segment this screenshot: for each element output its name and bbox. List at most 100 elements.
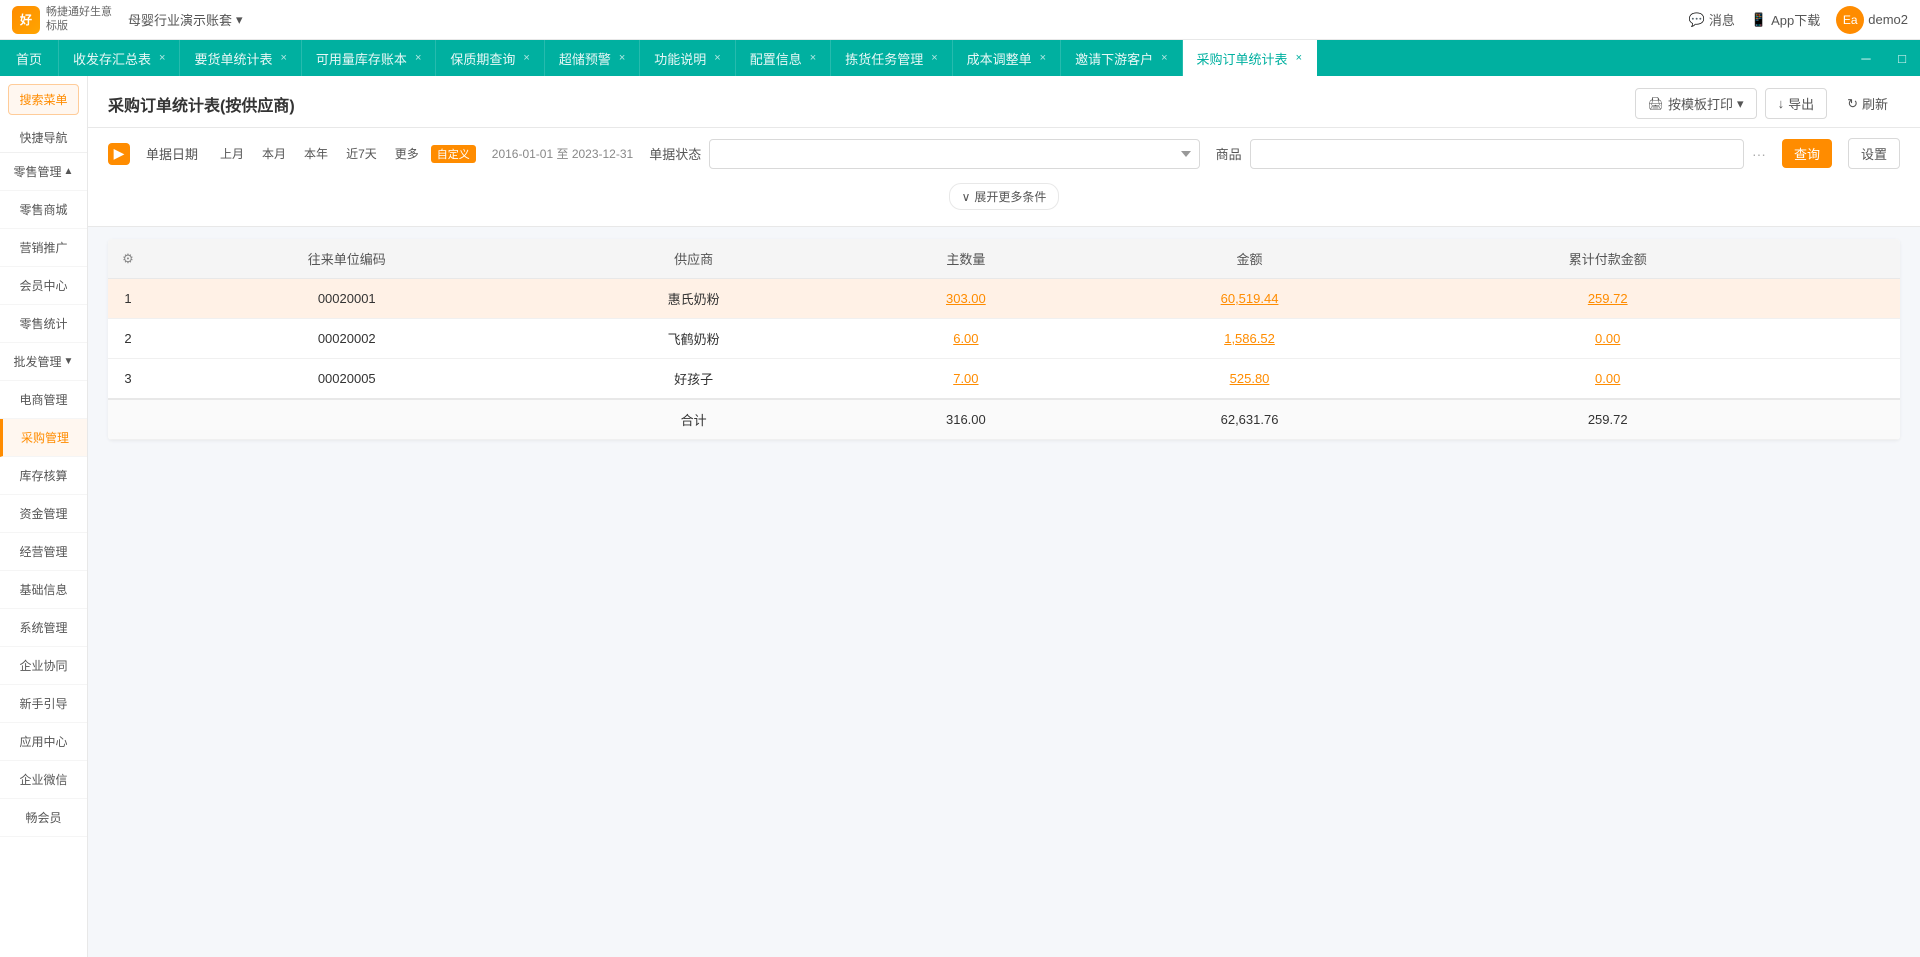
row-extra: [1806, 359, 1900, 400]
close-icon[interactable]: ×: [1161, 52, 1167, 64]
sidebar-item-operation-manage[interactable]: 经营管理: [0, 533, 87, 571]
sidebar-item-member-center[interactable]: 会员中心: [0, 267, 87, 305]
row-quantity[interactable]: 303.00: [842, 279, 1090, 319]
row-paid[interactable]: 0.00: [1409, 319, 1806, 359]
table-settings-col: ⚙: [108, 239, 148, 279]
row-code: 00020001: [148, 279, 545, 319]
close-icon[interactable]: ×: [714, 52, 720, 64]
close-icon[interactable]: ×: [159, 52, 165, 64]
col-header-code: 往来单位编码: [148, 239, 545, 279]
row-paid[interactable]: 0.00: [1409, 359, 1806, 400]
row-paid[interactable]: 259.72: [1409, 279, 1806, 319]
goods-label: 商品: [1216, 144, 1242, 163]
custom-date-badge[interactable]: 自定义: [431, 145, 476, 163]
refresh-icon: ↻: [1847, 96, 1858, 112]
tab-cost-adjust[interactable]: 成本调整单 ×: [953, 40, 1061, 76]
close-icon[interactable]: ×: [1040, 52, 1046, 64]
sidebar-item-wholesale-manage[interactable]: 批发管理 ▼: [0, 343, 87, 381]
tab-home[interactable]: 首页: [0, 40, 59, 76]
filter-toggle-button[interactable]: ▶: [108, 143, 130, 165]
settings-button[interactable]: 设置: [1848, 138, 1900, 169]
top-bar: 好 畅捷通好生意 标版 母婴行业演示账套 ▾ 💬 消息 📱 App下载 Ea d…: [0, 0, 1920, 40]
sidebar-item-marketing[interactable]: 营销推广: [0, 229, 87, 267]
expand-more-inner: ∨ 展开更多条件: [949, 183, 1060, 210]
column-settings-icon[interactable]: ⚙: [122, 251, 134, 266]
sidebar-item-inventory-check[interactable]: 库存核算: [0, 457, 87, 495]
export-button[interactable]: ↓ 导出: [1765, 88, 1828, 119]
tab-overstock-warning[interactable]: 超储预警 ×: [545, 40, 640, 76]
sidebar-item-vip-member[interactable]: 畅会员: [0, 799, 87, 837]
row-code: 00020005: [148, 359, 545, 400]
query-button[interactable]: 查询: [1782, 139, 1832, 168]
row-amount[interactable]: 60,519.44: [1090, 279, 1409, 319]
row-index: 3: [108, 359, 148, 400]
nav-tabs: 首页 收发存汇总表 × 要货单统计表 × 可用量库存账本 × 保质期查询 × 超…: [0, 40, 1920, 76]
sidebar-item-finance-manage[interactable]: 资金管理: [0, 495, 87, 533]
table-row[interactable]: 3 00020005 好孩子 7.00 525.80 0.00: [108, 359, 1900, 400]
date-btn-last-month[interactable]: 上月: [214, 143, 250, 164]
page-title-row: 采购订单统计表(按供应商) 🖨 按模板打印 ▾ ↓ 导出 ↻ 刷新: [108, 88, 1900, 119]
tab-function-desc[interactable]: 功能说明 ×: [640, 40, 735, 76]
date-range-display: 2016-01-01 至 2023-12-31: [492, 145, 633, 162]
table-row[interactable]: 2 00020002 飞鹤奶粉 6.00 1,586.52 0.00: [108, 319, 1900, 359]
close-icon[interactable]: ×: [1296, 52, 1302, 64]
sidebar-item-enterprise-collab[interactable]: 企业协同: [0, 647, 87, 685]
tab-warranty-query[interactable]: 保质期查询 ×: [436, 40, 544, 76]
date-btn-this-year[interactable]: 本年: [298, 143, 334, 164]
sidebar-item-app-center[interactable]: 应用中心: [0, 723, 87, 761]
close-icon[interactable]: ×: [810, 52, 816, 64]
content-area: 采购订单统计表(按供应商) 🖨 按模板打印 ▾ ↓ 导出 ↻ 刷新: [88, 76, 1920, 957]
sidebar-item-retail-manage[interactable]: 零售管理 ▲: [0, 153, 87, 191]
phone-icon: 📱: [1751, 12, 1767, 28]
row-extra: [1806, 319, 1900, 359]
row-amount[interactable]: 1,586.52: [1090, 319, 1409, 359]
tab-config-info[interactable]: 配置信息 ×: [736, 40, 831, 76]
user-profile-button[interactable]: Ea demo2: [1836, 6, 1908, 34]
footer-extra: [1806, 399, 1900, 440]
close-icon[interactable]: ×: [619, 52, 625, 64]
tab-available-stock[interactable]: 可用量库存账本 ×: [302, 40, 436, 76]
date-options: 上月 本月 本年 近7天 更多 自定义: [214, 143, 476, 164]
print-button[interactable]: 🖨 按模板打印 ▾: [1635, 88, 1757, 119]
tab-invite-downstream[interactable]: 邀请下游客户 ×: [1061, 40, 1182, 76]
tab-maximize-button[interactable]: □: [1884, 40, 1920, 76]
refresh-button[interactable]: ↻ 刷新: [1835, 89, 1900, 118]
app-download-button[interactable]: 📱 App下载: [1751, 10, 1820, 29]
status-select[interactable]: [709, 139, 1199, 169]
sidebar-item-basic-info[interactable]: 基础信息: [0, 571, 87, 609]
main-layout: 搜索菜单 快捷导航 零售管理 ▲ 零售商城 营销推广 会员中心 零售统计 批发管…: [0, 76, 1920, 957]
expand-more-button[interactable]: ∨ 展开更多条件: [108, 183, 1900, 210]
tab-minimize-button[interactable]: ─: [1848, 40, 1884, 76]
sidebar-item-retail-shop[interactable]: 零售商城: [0, 191, 87, 229]
close-icon[interactable]: ×: [523, 52, 529, 64]
goods-input[interactable]: [1250, 139, 1744, 169]
tab-receive-summary[interactable]: 收发存汇总表 ×: [59, 40, 180, 76]
close-icon[interactable]: ×: [415, 52, 421, 64]
sidebar-item-enterprise-wechat[interactable]: 企业微信: [0, 761, 87, 799]
arrow-icon: ▲: [64, 166, 74, 177]
sidebar-item-ecommerce-manage[interactable]: 电商管理: [0, 381, 87, 419]
row-amount[interactable]: 525.80: [1090, 359, 1409, 400]
row-quantity[interactable]: 6.00: [842, 319, 1090, 359]
goods-input-more-icon[interactable]: ···: [1752, 146, 1766, 162]
status-filter: 单据状态: [649, 139, 1199, 169]
close-icon[interactable]: ×: [280, 52, 286, 64]
message-button[interactable]: 💬 消息: [1689, 10, 1735, 29]
date-btn-more[interactable]: 更多: [389, 143, 425, 164]
date-btn-this-month[interactable]: 本月: [256, 143, 292, 164]
close-icon[interactable]: ×: [931, 52, 937, 64]
sidebar-item-quick-nav[interactable]: 快捷导航: [0, 123, 87, 153]
message-icon: 💬: [1689, 12, 1705, 28]
sidebar-item-purchase-manage[interactable]: 采购管理: [0, 419, 87, 457]
tab-picking-task[interactable]: 拣货任务管理 ×: [831, 40, 952, 76]
date-btn-7days[interactable]: 近7天: [340, 143, 383, 164]
row-quantity[interactable]: 7.00: [842, 359, 1090, 400]
sidebar-item-new-user-guide[interactable]: 新手引导: [0, 685, 87, 723]
sidebar-item-system-manage[interactable]: 系统管理: [0, 609, 87, 647]
sidebar-item-retail-stats[interactable]: 零售统计: [0, 305, 87, 343]
tab-goods-summary[interactable]: 要货单统计表 ×: [180, 40, 301, 76]
tab-purchase-summary[interactable]: 采购订单统计表 ×: [1183, 40, 1317, 76]
table-row[interactable]: 1 00020001 惠氏奶粉 303.00 60,519.44 259.72: [108, 279, 1900, 319]
workspace-selector[interactable]: 母婴行业演示账套 ▾: [120, 7, 251, 32]
search-menu-button[interactable]: 搜索菜单: [8, 84, 79, 115]
